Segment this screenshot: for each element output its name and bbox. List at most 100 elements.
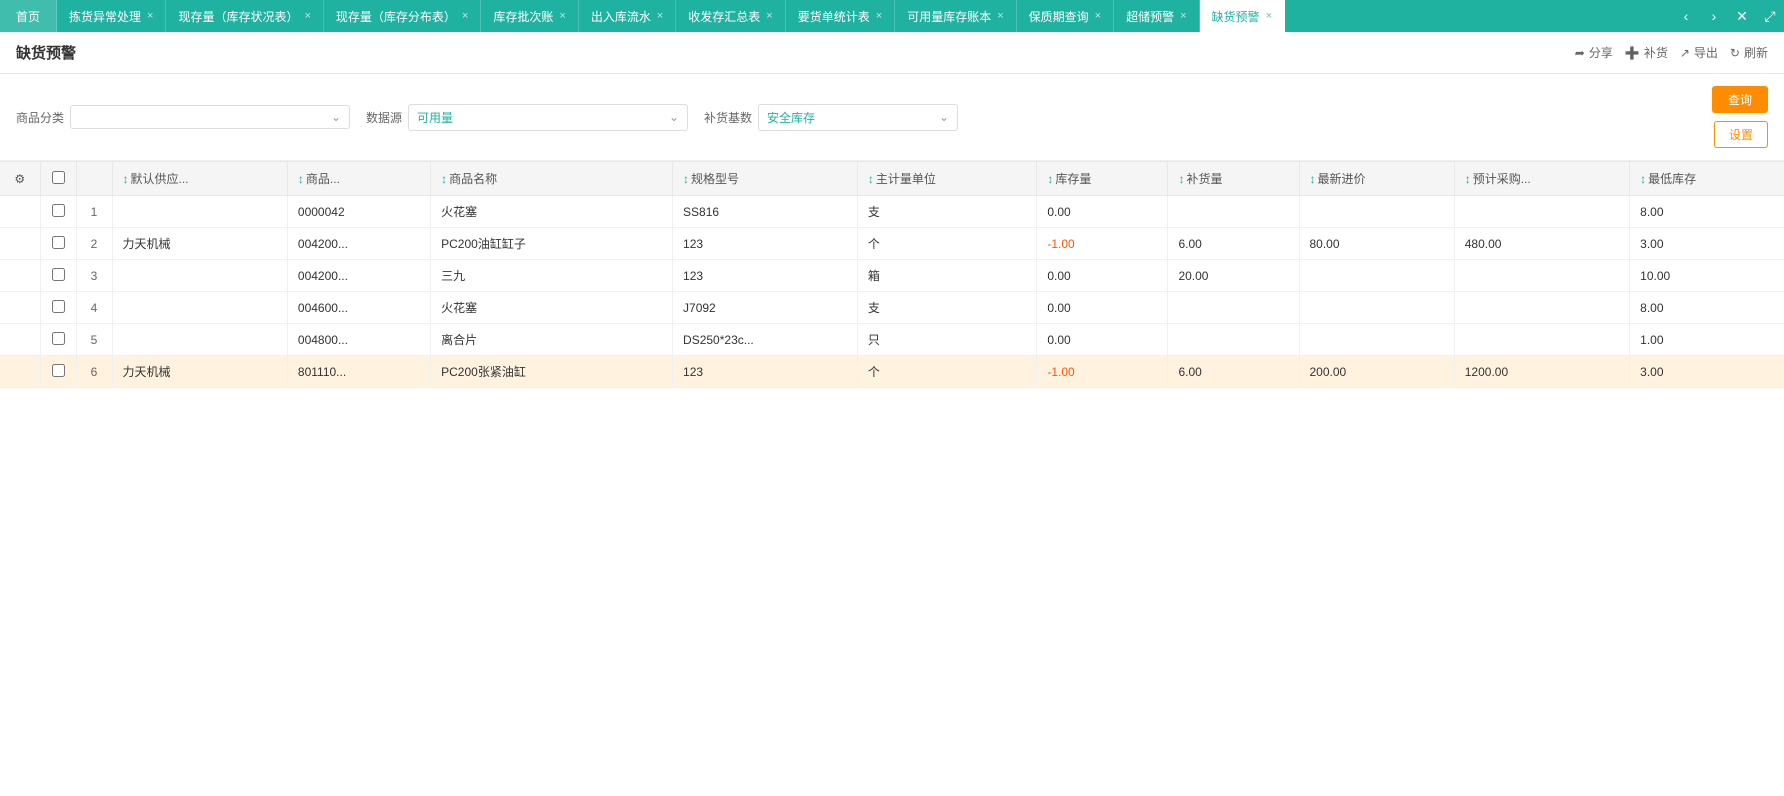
tab-close-all-btn[interactable]: ✕ [1728,0,1756,32]
row-goods-code: 801110... [287,356,430,388]
row-checkbox[interactable] [52,300,65,313]
tab-expiry-query[interactable]: 保质期查询× [1017,0,1114,32]
row-settings-cell[interactable] [0,228,40,260]
replenish-base-filter-group: 补货基数 安全库存 ⌄ [704,104,958,131]
tab-shortage[interactable]: 缺货预警× [1200,0,1285,32]
row-checkbox[interactable] [52,268,65,281]
row-checkbox[interactable] [52,204,65,217]
row-number: 6 [76,356,112,388]
datasource-select[interactable]: 可用量 ⌄ [408,104,688,131]
tab-batch-account[interactable]: 库存批次账× [481,0,578,32]
row-checkbox-cell[interactable] [40,260,76,292]
col-est-purchase[interactable]: ↕预计采购... [1454,162,1629,196]
row-checkbox[interactable] [52,236,65,249]
category-chevron-icon: ⌄ [331,110,341,124]
share-icon: ➦ [1575,46,1585,60]
row-checkbox-cell[interactable] [40,228,76,260]
filter-bar: 商品分类 ⌄ 数据源 可用量 ⌄ 补货基数 安全库存 ⌄ 查询 设置 [0,74,1784,161]
export-btn[interactable]: ↗ 导出 [1680,44,1718,61]
tab-label: 拣货异常处理 [69,8,141,25]
row-spec: 123 [673,228,858,260]
col-replenish[interactable]: ↕补货量 [1168,162,1299,196]
select-all-checkbox[interactable] [52,171,65,184]
tab-recv-summary[interactable]: 收发存汇总表 × [676,0,785,32]
row-replenish [1168,292,1299,324]
row-checkbox-cell[interactable] [40,292,76,324]
replenish-btn[interactable]: ➕ 补货 [1625,44,1668,61]
row-min-stock: 8.00 [1630,292,1784,324]
col-stock[interactable]: ↕库存量 [1037,162,1168,196]
row-min-stock: 3.00 [1630,228,1784,260]
tab-close-btn[interactable]: × [1095,10,1101,22]
row-checkbox[interactable] [52,364,65,377]
col-goods-name[interactable]: ↕商品名称 [431,162,673,196]
tab-order-stats[interactable]: 要货单统计表× [786,0,895,32]
tab-abnormal[interactable]: 拣货异常处理 × [57,0,166,32]
col-min-stock[interactable]: ↕最低库存 [1630,162,1784,196]
tab-bar: 首页 拣货异常处理×现存量（库存状况表）×现存量（库存分布表）×库存批次账×出入… [0,0,1784,32]
tab-label: 现存量（库存分布表） [336,8,456,25]
settings-button[interactable]: 设置 [1714,121,1768,148]
tab-next-btn[interactable]: › [1700,0,1728,32]
row-est-purchase: 480.00 [1454,228,1629,260]
col-latest-price[interactable]: ↕最新进价 [1299,162,1454,196]
row-est-purchase [1454,324,1629,356]
row-settings-cell[interactable] [0,260,40,292]
tab-expand-btn[interactable]: ⤢ [1756,0,1784,32]
tab-close-btn[interactable]: × [657,10,663,22]
tab-label: 可用量库存账本 [907,8,991,25]
col-checkbox[interactable] [40,162,76,196]
col-supplier[interactable]: ↕默认供应... [112,162,287,196]
tab-close-btn[interactable]: × [147,10,153,22]
row-unit: 个 [857,228,1036,260]
row-goods-name: PC200张紧油缸 [431,356,673,388]
row-replenish: 6.00 [1168,228,1299,260]
tab-inout-flow[interactable]: 出入库流水× [579,0,676,32]
tab-close-btn[interactable]: × [304,10,310,22]
tab-close-btn[interactable]: × [766,10,772,22]
row-settings-cell[interactable] [0,292,40,324]
datasource-filter-group: 数据源 可用量 ⌄ [366,104,688,131]
refresh-btn[interactable]: ↻ 刷新 [1730,44,1768,61]
row-checkbox-cell[interactable] [40,356,76,388]
category-select[interactable]: ⌄ [70,105,350,129]
row-settings-cell[interactable] [0,356,40,388]
replenish-icon: ➕ [1625,46,1640,60]
row-replenish: 6.00 [1168,356,1299,388]
tab-label: 收发存汇总表 [688,8,760,25]
tab-close-btn[interactable]: × [1180,10,1186,22]
tab-close-btn[interactable]: × [876,10,882,22]
replenish-base-value: 安全库存 [767,109,815,126]
tab-close-btn[interactable]: × [1266,10,1272,22]
row-checkbox[interactable] [52,332,65,345]
replenish-base-label: 补货基数 [704,109,752,126]
header-actions: ➦ 分享 ➕ 补货 ↗ 导出 ↻ 刷新 [1575,44,1768,61]
row-stock: 0.00 [1037,260,1168,292]
row-min-stock: 1.00 [1630,324,1784,356]
table-container: ⚙ ↕默认供应... ↕商品... ↕商品名称 ↕规格型号 ↕主计量单位 ↕库存… [0,161,1784,388]
tab-home[interactable]: 首页 [0,0,57,32]
tab-inventory-status[interactable]: 现存量（库存状况表）× [166,0,323,32]
replenish-base-select[interactable]: 安全库存 ⌄ [758,104,958,131]
tab-close-btn[interactable]: × [462,10,468,22]
row-replenish: 20.00 [1168,260,1299,292]
row-checkbox-cell[interactable] [40,196,76,228]
col-unit[interactable]: ↕主计量单位 [857,162,1036,196]
tab-inventory-dist[interactable]: 现存量（库存分布表） × [324,0,481,32]
row-stock: -1.00 [1037,228,1168,260]
col-settings[interactable]: ⚙ [0,162,40,196]
tab-available-ledger[interactable]: 可用量库存账本 × [895,0,1016,32]
row-settings-cell[interactable] [0,324,40,356]
tab-close-btn[interactable]: × [997,10,1003,22]
row-checkbox-cell[interactable] [40,324,76,356]
tab-overstock[interactable]: 超储预警× [1114,0,1199,32]
query-button[interactable]: 查询 [1712,86,1768,113]
share-btn[interactable]: ➦ 分享 [1575,44,1613,61]
row-goods-code: 004200... [287,260,430,292]
col-goods-code[interactable]: ↕商品... [287,162,430,196]
row-number: 5 [76,324,112,356]
col-spec[interactable]: ↕规格型号 [673,162,858,196]
tab-close-btn[interactable]: × [559,10,565,22]
row-settings-cell[interactable] [0,196,40,228]
tab-prev-btn[interactable]: ‹ [1672,0,1700,32]
